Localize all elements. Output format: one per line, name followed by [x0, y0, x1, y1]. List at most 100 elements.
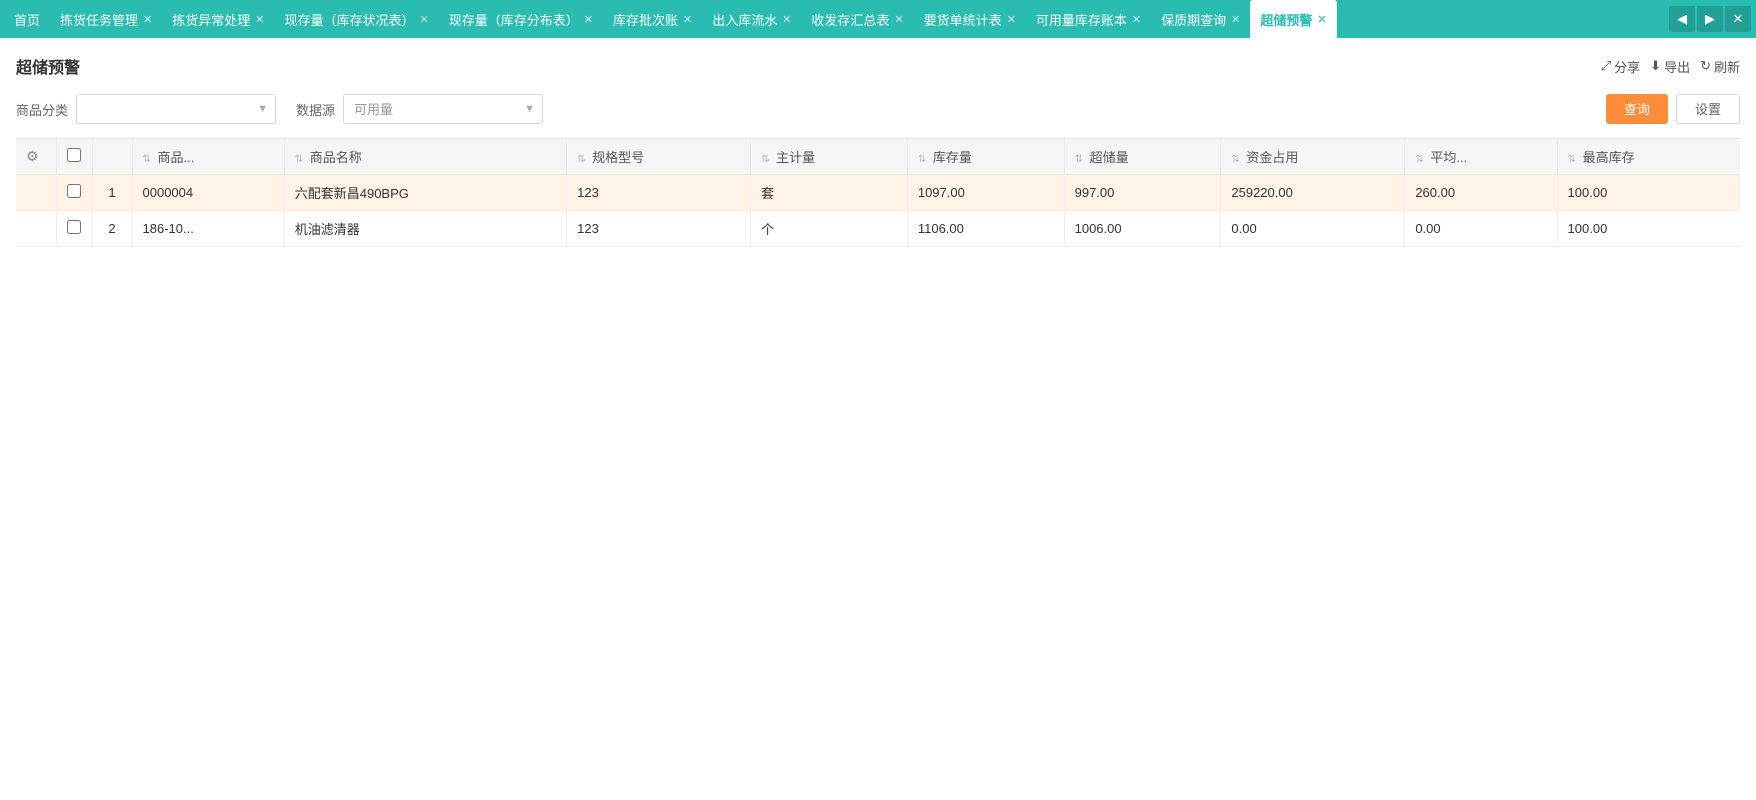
- nav-arrows: ◀ ▶ ✕: [1668, 6, 1752, 32]
- td-capital: 0.00: [1221, 211, 1405, 247]
- table-row: 1 0000004 六配套新昌490BPG 123 套 1097.00 997.…: [16, 175, 1740, 211]
- th-stock[interactable]: ⇅ 库存量: [907, 139, 1064, 175]
- page-content: 超储预警 ⤢ 分享 ⬇ 导出 ↻ 刷新 商品分类 ▼: [0, 38, 1756, 800]
- nav-next-button[interactable]: ▶: [1697, 6, 1723, 32]
- th-overstock[interactable]: ⇅ 超储量: [1064, 139, 1221, 175]
- th-product-name[interactable]: ⇅ 商品名称: [284, 139, 566, 175]
- nav-item-summary[interactable]: 收发存汇总表 ✕: [801, 0, 913, 38]
- datasource-select[interactable]: 可用量 库存量: [343, 94, 543, 124]
- nav-item-stock-status[interactable]: 现存量（库存状况表） ✕: [274, 0, 438, 38]
- datasource-filter-group: 数据源 可用量 库存量 ▼: [296, 94, 543, 124]
- td-product-name: 六配套新昌490BPG: [284, 175, 566, 211]
- close-icon[interactable]: ✕: [420, 13, 429, 26]
- refresh-icon: ↻: [1700, 58, 1711, 74]
- nav-prev-button[interactable]: ◀: [1669, 6, 1695, 32]
- settings-button[interactable]: 设置: [1676, 94, 1740, 124]
- nav-item-home[interactable]: 首页: [4, 0, 50, 38]
- nav-item-inout-flow[interactable]: 出入库流水 ✕: [702, 0, 801, 38]
- td-unit: 个: [751, 211, 908, 247]
- sort-icon: ⇅: [1415, 154, 1423, 165]
- close-icon[interactable]: ✕: [683, 13, 692, 26]
- share-button[interactable]: ⤢ 分享: [1601, 57, 1640, 76]
- close-icon[interactable]: ✕: [1007, 13, 1016, 26]
- select-all-checkbox[interactable]: [67, 148, 81, 162]
- td-overstock: 1006.00: [1064, 211, 1221, 247]
- export-icon: ⬇: [1650, 58, 1661, 74]
- nav-item-pick-task[interactable]: 拣货任务管理 ✕: [50, 0, 162, 38]
- td-checkbox: [56, 175, 92, 211]
- th-select-all: [56, 139, 92, 175]
- td-index: 2: [92, 211, 132, 247]
- header-actions: ⤢ 分享 ⬇ 导出 ↻ 刷新: [1601, 57, 1740, 76]
- nav-close-button[interactable]: ✕: [1725, 6, 1751, 32]
- td-spec: 123: [567, 175, 751, 211]
- share-icon: ⤢: [1601, 58, 1611, 74]
- nav-item-overstock[interactable]: 超储预警 ✕: [1250, 0, 1336, 38]
- close-icon[interactable]: ✕: [782, 13, 791, 26]
- close-icon[interactable]: ✕: [1317, 13, 1326, 26]
- close-icon[interactable]: ✕: [255, 13, 264, 26]
- nav-item-pick-exception[interactable]: 拣货异常处理 ✕: [162, 0, 274, 38]
- sort-icon: ⇅: [143, 154, 151, 165]
- td-product-code: 186-10...: [132, 211, 284, 247]
- gear-icon[interactable]: ⚙: [26, 148, 39, 164]
- nav-item-expiry[interactable]: 保质期查询 ✕: [1151, 0, 1250, 38]
- th-product-code[interactable]: ⇅ 商品...: [132, 139, 284, 175]
- close-icon[interactable]: ✕: [584, 13, 593, 26]
- filter-actions: 查询 设置: [1606, 94, 1740, 124]
- close-icon[interactable]: ✕: [1231, 13, 1240, 26]
- category-label: 商品分类: [16, 100, 68, 119]
- td-avg: 260.00: [1405, 175, 1557, 211]
- sort-icon: ⇅: [577, 154, 585, 165]
- td-avg: 0.00: [1405, 211, 1557, 247]
- td-gear: [16, 211, 56, 247]
- sort-icon: ⇅: [918, 154, 926, 165]
- refresh-button[interactable]: ↻ 刷新: [1700, 57, 1740, 76]
- row-checkbox[interactable]: [67, 220, 81, 234]
- top-nav: 首页 拣货任务管理 ✕ 拣货异常处理 ✕ 现存量（库存状况表） ✕ 现存量（库存…: [0, 0, 1756, 38]
- sort-icon: ⇅: [1231, 154, 1239, 165]
- th-avg[interactable]: ⇅ 平均...: [1405, 139, 1557, 175]
- data-table: ⚙ ⇅ 商品... ⇅ 商品名称 ⇅ 规格型号: [16, 138, 1740, 247]
- page-title: 超储预警: [16, 54, 80, 78]
- page-header: 超储预警 ⤢ 分享 ⬇ 导出 ↻ 刷新: [16, 54, 1740, 78]
- sort-icon: ⇅: [295, 154, 303, 165]
- td-spec: 123: [567, 211, 751, 247]
- td-overstock: 997.00: [1064, 175, 1221, 211]
- nav-item-batch[interactable]: 库存批次账 ✕: [603, 0, 702, 38]
- table-row: 2 186-10... 机油滤清器 123 个 1106.00 1006.00 …: [16, 211, 1740, 247]
- th-max-stock[interactable]: ⇅ 最高库存: [1557, 139, 1740, 175]
- query-button[interactable]: 查询: [1606, 94, 1668, 124]
- table-body: 1 0000004 六配套新昌490BPG 123 套 1097.00 997.…: [16, 175, 1740, 247]
- datasource-label: 数据源: [296, 100, 335, 119]
- th-index: [92, 139, 132, 175]
- nav-item-usable[interactable]: 可用量库存账本 ✕: [1026, 0, 1151, 38]
- sort-icon: ⇅: [1075, 154, 1083, 165]
- filter-row: 商品分类 ▼ 数据源 可用量 库存量 ▼ 查询 设置: [16, 94, 1740, 124]
- th-unit[interactable]: ⇅ 主计量: [751, 139, 908, 175]
- sort-icon: ⇅: [1568, 154, 1576, 165]
- th-spec[interactable]: ⇅ 规格型号: [567, 139, 751, 175]
- td-product-code: 0000004: [132, 175, 284, 211]
- td-max-stock: 100.00: [1557, 211, 1740, 247]
- nav-item-stock-dist[interactable]: 现存量（库存分布表） ✕: [439, 0, 603, 38]
- category-select[interactable]: [76, 94, 276, 124]
- category-filter-group: 商品分类 ▼: [16, 94, 276, 124]
- close-icon[interactable]: ✕: [894, 13, 903, 26]
- td-unit: 套: [751, 175, 908, 211]
- close-icon[interactable]: ✕: [143, 13, 152, 26]
- td-capital: 259220.00: [1221, 175, 1405, 211]
- td-stock: 1106.00: [907, 211, 1064, 247]
- close-icon[interactable]: ✕: [1132, 13, 1141, 26]
- export-button[interactable]: ⬇ 导出: [1650, 57, 1690, 76]
- td-index: 1: [92, 175, 132, 211]
- th-gear: ⚙: [16, 139, 56, 175]
- td-product-name: 机油滤清器: [284, 211, 566, 247]
- th-capital[interactable]: ⇅ 资金占用: [1221, 139, 1405, 175]
- nav-item-demand[interactable]: 要货单统计表 ✕: [914, 0, 1026, 38]
- row-checkbox[interactable]: [67, 184, 81, 198]
- datasource-select-wrapper: 可用量 库存量 ▼: [343, 94, 543, 124]
- category-select-wrapper: ▼: [76, 94, 276, 124]
- td-checkbox: [56, 211, 92, 247]
- td-gear: [16, 175, 56, 211]
